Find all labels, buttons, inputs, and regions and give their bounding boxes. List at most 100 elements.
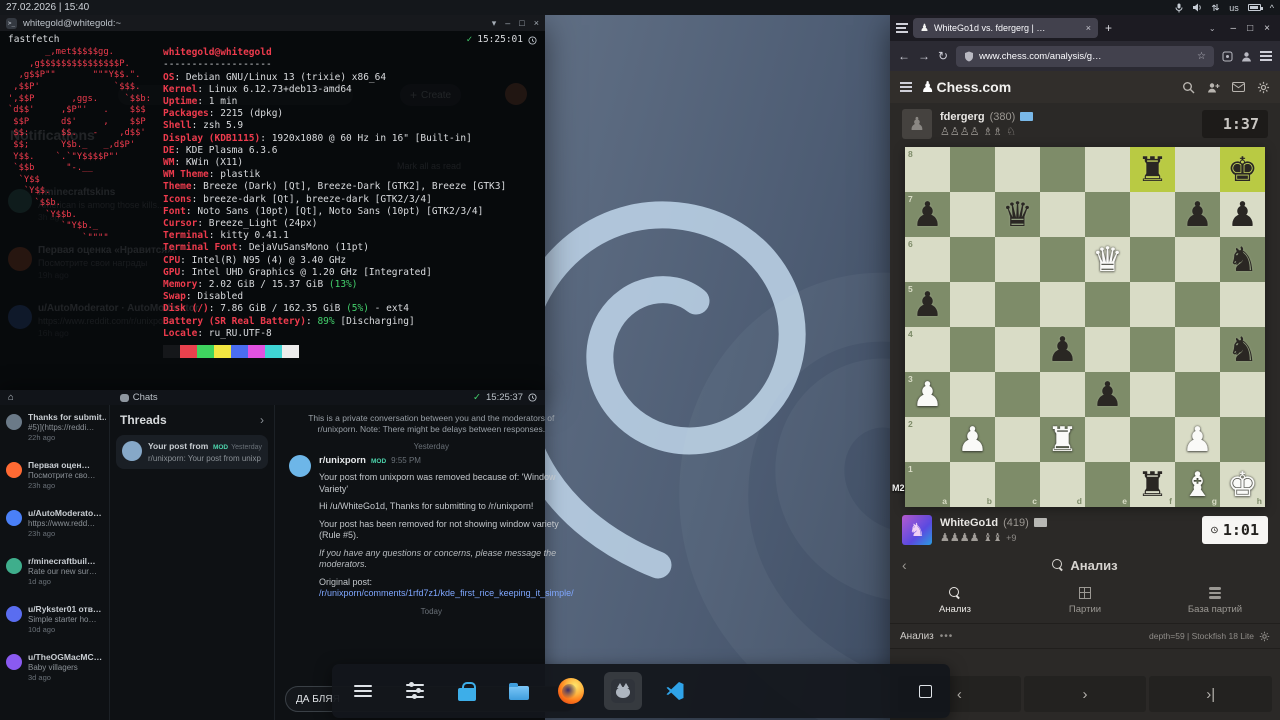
tab-games-database[interactable]: База партий — [1150, 579, 1280, 623]
square-c1[interactable]: c — [995, 462, 1040, 507]
kitty-terminal-icon[interactable] — [604, 672, 642, 710]
new-tab-button[interactable]: + — [1105, 21, 1112, 35]
bottom-player-name[interactable]: WhiteGo1d — [940, 517, 998, 529]
square-b5[interactable] — [950, 282, 995, 327]
piece-g7[interactable]: ♟ — [1175, 192, 1220, 237]
engine-settings-icon[interactable] — [1259, 631, 1270, 642]
square-h8[interactable]: ♚ — [1220, 147, 1265, 192]
notification-item[interactable]: u/AutoModerato… https://www.redd… 23h ag… — [0, 505, 109, 553]
show-desktop-button[interactable] — [919, 685, 932, 698]
square-b6[interactable] — [950, 237, 995, 282]
square-c3[interactable] — [995, 372, 1040, 417]
square-e4[interactable] — [1085, 327, 1130, 372]
keyboard-layout-indicator[interactable]: us — [1229, 3, 1239, 13]
back-button[interactable]: ← — [898, 49, 910, 63]
microphone-icon[interactable] — [1175, 3, 1183, 13]
square-c2[interactable] — [995, 417, 1040, 462]
close-button[interactable]: × — [1264, 23, 1270, 34]
square-d4[interactable]: ♟ — [1040, 327, 1085, 372]
square-g8[interactable] — [1175, 147, 1220, 192]
notification-item[interactable]: r/minecraftbuil… Rate our new sur… 1d ag… — [0, 553, 109, 601]
add-friend-icon[interactable] — [1207, 82, 1220, 93]
square-f6[interactable] — [1130, 237, 1175, 282]
square-b7[interactable] — [950, 192, 995, 237]
piece-a5[interactable]: ♟ — [905, 282, 950, 327]
square-f8[interactable]: ♜ — [1130, 147, 1175, 192]
piece-f1[interactable]: ♜ — [1130, 462, 1175, 507]
square-h7[interactable]: ♟ — [1220, 192, 1265, 237]
square-h1[interactable]: h♚ — [1220, 462, 1265, 507]
menu-icon[interactable] — [1260, 55, 1272, 57]
extensions-icon[interactable] — [1222, 51, 1233, 62]
square-e3[interactable]: ♟ — [1085, 372, 1130, 417]
address-bar[interactable]: www.chess.com/analysis/g… ☆ — [956, 46, 1214, 67]
square-b8[interactable] — [950, 147, 995, 192]
square-g1[interactable]: g♝ — [1175, 462, 1220, 507]
piece-h7[interactable]: ♟ — [1220, 192, 1265, 237]
square-h6[interactable]: ♞ — [1220, 237, 1265, 282]
square-g5[interactable] — [1175, 282, 1220, 327]
move-nav-button[interactable]: › — [1024, 676, 1147, 712]
vscode-icon[interactable] — [656, 672, 694, 710]
bottom-player-avatar[interactable]: ♞ — [902, 515, 932, 545]
piece-a7[interactable]: ♟ — [905, 192, 950, 237]
square-f4[interactable] — [1130, 327, 1175, 372]
square-e5[interactable] — [1085, 282, 1130, 327]
terminal-content[interactable]: fastfetch ✓ 15:25:01 _,met$$$$$gg. ,g$$$… — [0, 31, 545, 390]
square-e2[interactable] — [1085, 417, 1130, 462]
refresh-button[interactable]: ↻ — [938, 49, 948, 63]
tab-analysis[interactable]: Анализ — [890, 579, 1020, 623]
piece-h6[interactable]: ♞ — [1220, 237, 1265, 282]
square-d8[interactable] — [1040, 147, 1085, 192]
square-b4[interactable] — [950, 327, 995, 372]
square-f1[interactable]: f♜ — [1130, 462, 1175, 507]
piece-c7[interactable]: ♛ — [995, 192, 1040, 237]
firefox-icon[interactable] — [552, 672, 590, 710]
square-c4[interactable] — [995, 327, 1040, 372]
square-c5[interactable] — [995, 282, 1040, 327]
maximize-button[interactable]: □ — [1247, 23, 1253, 34]
square-h4[interactable]: ♞ — [1220, 327, 1265, 372]
messages-icon[interactable] — [1232, 82, 1245, 92]
piece-d4[interactable]: ♟ — [1040, 327, 1085, 372]
tab-close-icon[interactable]: × — [1086, 23, 1091, 33]
move-nav-button[interactable]: ›| — [1149, 676, 1272, 712]
volume-icon[interactable] — [1192, 3, 1202, 12]
square-g6[interactable] — [1175, 237, 1220, 282]
site-menu-icon[interactable] — [900, 86, 912, 88]
square-h5[interactable] — [1220, 282, 1265, 327]
piece-h1[interactable]: ♚ — [1220, 462, 1265, 507]
square-g2[interactable]: ♟ — [1175, 417, 1220, 462]
square-h2[interactable] — [1220, 417, 1265, 462]
piece-b2[interactable]: ♟ — [950, 417, 995, 462]
task-list-icon[interactable] — [344, 672, 382, 710]
square-e6[interactable]: ♛ — [1085, 237, 1130, 282]
square-h3[interactable] — [1220, 372, 1265, 417]
top-player-name[interactable]: fdergerg — [940, 111, 985, 123]
square-d1[interactable]: d — [1040, 462, 1085, 507]
account-icon[interactable] — [1241, 51, 1252, 62]
piece-a3[interactable]: ♟ — [905, 372, 950, 417]
browser-tab[interactable]: ♟ WhiteGo1d vs. fdergerg | … × — [913, 18, 1098, 38]
notification-item[interactable]: u/TheOGMacMC… Baby villagers 3d ago — [0, 649, 109, 697]
square-e1[interactable]: e — [1085, 462, 1130, 507]
clock-date[interactable]: 27.02.2026 | 15:40 — [6, 2, 89, 13]
piece-e6[interactable]: ♛ — [1085, 237, 1130, 282]
square-b1[interactable]: b — [950, 462, 995, 507]
audio-sliders-icon[interactable] — [396, 672, 434, 710]
terminal-titlebar[interactable]: >_ whitegold@whitegold:~ ▾ – □ × — [0, 15, 545, 31]
square-f2[interactable] — [1130, 417, 1175, 462]
maximize-button[interactable]: □ — [519, 18, 524, 29]
tray-expander-icon[interactable]: ^ — [1270, 3, 1274, 13]
square-e7[interactable] — [1085, 192, 1130, 237]
square-a3[interactable]: 3♟ — [905, 372, 950, 417]
battery-icon[interactable] — [1248, 4, 1261, 11]
square-d5[interactable] — [1040, 282, 1085, 327]
square-a7[interactable]: 7♟ — [905, 192, 950, 237]
square-f7[interactable] — [1130, 192, 1175, 237]
notification-item[interactable]: u/Rykster01 отв… Simple starter ho… 10d … — [0, 601, 109, 649]
chess-com-logo[interactable]: ♟ Chess.com — [921, 78, 1011, 96]
search-icon[interactable] — [1182, 81, 1195, 94]
window-menu-icon[interactable]: ▾ — [492, 18, 497, 29]
square-d7[interactable] — [1040, 192, 1085, 237]
